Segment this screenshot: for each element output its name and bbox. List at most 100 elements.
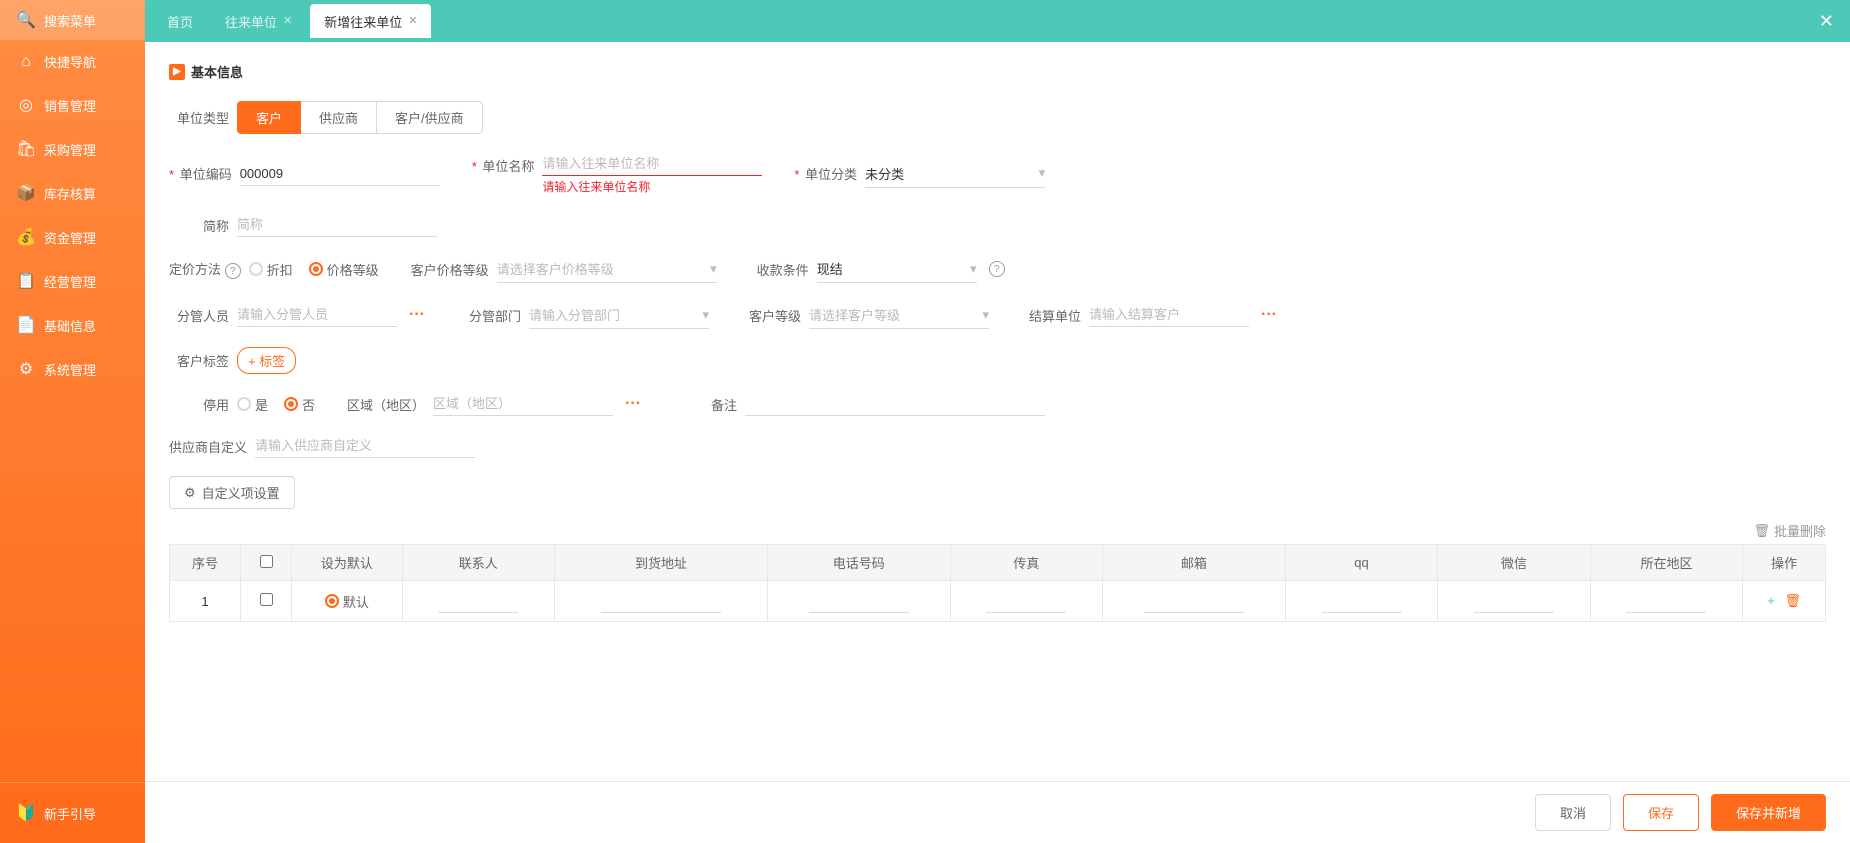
location-input[interactable] bbox=[1626, 589, 1706, 613]
select-all-checkbox[interactable] bbox=[260, 555, 273, 568]
unit-category-chevron: ▾ bbox=[1039, 165, 1046, 181]
customer-level-chevron: ▾ bbox=[982, 307, 989, 323]
custom-settings-label: 自定义项设置 bbox=[202, 483, 280, 502]
pricing-help-icon[interactable]: ? bbox=[225, 263, 241, 279]
tag-add-label: + 标签 bbox=[248, 351, 285, 370]
save-button[interactable]: 保存 bbox=[1623, 794, 1699, 831]
unit-btn-both[interactable]: 客户/供应商 bbox=[377, 101, 483, 134]
wechat-input[interactable] bbox=[1474, 589, 1554, 613]
unit-btn-supplier[interactable]: 供应商 bbox=[301, 101, 377, 134]
tab-partner-close[interactable]: ✕ bbox=[283, 16, 292, 27]
remark-input[interactable] bbox=[745, 392, 1045, 416]
cancel-button[interactable]: 取消 bbox=[1535, 794, 1611, 831]
sidebar-item-system[interactable]: ⚙ 系统管理 bbox=[0, 347, 145, 391]
customer-level-select[interactable]: 请选择客户等级 ▾ bbox=[809, 301, 989, 329]
payment-terms-select[interactable]: 现结 ▾ bbox=[817, 255, 977, 283]
tag-add-button[interactable]: + 标签 bbox=[237, 347, 296, 374]
fax-input[interactable] bbox=[986, 589, 1066, 613]
row-default-radio[interactable]: 默认 bbox=[302, 592, 391, 611]
sidebar-search[interactable]: 🔍 搜索菜单 bbox=[0, 0, 145, 40]
unit-category-select[interactable]: 未分类 ▾ bbox=[865, 160, 1045, 188]
unit-category-field: * 单位分类 未分类 ▾ bbox=[794, 160, 1045, 188]
department-select[interactable]: 请输入分管部门 ▾ bbox=[529, 301, 709, 329]
tab-new-partner-close[interactable]: ✕ bbox=[408, 16, 417, 27]
col-qq: qq bbox=[1285, 545, 1437, 581]
disabled-field: 停用 是 否 bbox=[169, 395, 315, 414]
unit-category-label: * 单位分类 bbox=[794, 164, 857, 183]
settlement-unit-input[interactable] bbox=[1089, 303, 1249, 327]
batch-delete-area: 🗑 批量删除 bbox=[169, 521, 1826, 540]
search-label: 搜索菜单 bbox=[44, 11, 96, 30]
department-label: 分管部门 bbox=[461, 306, 521, 325]
form-content: ▶ 基本信息 单位类型 客户 供应商 客户/供应商 * bbox=[145, 42, 1850, 781]
radio-yes-circle bbox=[237, 397, 251, 411]
cell-email bbox=[1103, 581, 1286, 622]
sidebar-item-purchase[interactable]: 🛍 采购管理 bbox=[0, 127, 145, 171]
short-name-field: 简称 bbox=[169, 213, 437, 237]
save-and-new-button[interactable]: 保存并新增 bbox=[1711, 794, 1826, 831]
default-radio-circle bbox=[325, 594, 339, 608]
payment-terms-field: 收款条件 现结 ▾ ? bbox=[749, 255, 1005, 283]
customer-price-level-label: 客户价格等级 bbox=[411, 260, 489, 279]
tab-partner[interactable]: 往来单位 ✕ bbox=[211, 4, 306, 38]
manager-field: 分管人员 ··· bbox=[169, 303, 429, 327]
radio-price-level[interactable]: 价格等级 bbox=[309, 260, 379, 279]
table-row: 1 默认 bbox=[170, 581, 1826, 622]
search-icon: 🔍 bbox=[16, 10, 36, 30]
contact-input[interactable] bbox=[438, 589, 518, 613]
sidebar-item-sales[interactable]: ◎ 销售管理 bbox=[0, 83, 145, 127]
payment-help-icon[interactable]: ? bbox=[989, 261, 1005, 277]
radio-no-label: 否 bbox=[302, 395, 315, 414]
unit-btn-customer[interactable]: 客户 bbox=[237, 101, 301, 134]
radio-no-circle bbox=[284, 397, 298, 411]
settlement-unit-more-btn[interactable]: ··· bbox=[1257, 306, 1281, 324]
cell-phone bbox=[767, 581, 950, 622]
unit-code-input[interactable] bbox=[240, 162, 440, 186]
email-input[interactable] bbox=[1144, 589, 1244, 613]
sidebar-item-guide[interactable]: 🔰 新手引导 bbox=[0, 791, 145, 835]
global-close-button[interactable]: ✕ bbox=[1811, 11, 1842, 32]
cell-actions: + 🗑 bbox=[1743, 581, 1826, 622]
radio-discount[interactable]: 折扣 bbox=[249, 260, 293, 279]
row-delete-btn[interactable]: 🗑 bbox=[1784, 593, 1801, 608]
qq-input[interactable] bbox=[1322, 589, 1402, 613]
sidebar-item-finance[interactable]: 💰 资金管理 bbox=[0, 215, 145, 259]
phone-input[interactable] bbox=[809, 589, 909, 613]
customer-price-level-select[interactable]: 请选择客户价格等级 ▾ bbox=[497, 255, 717, 283]
pricing-radio-group: 折扣 价格等级 bbox=[249, 260, 379, 279]
contacts-table: 序号 设为默认 联系人 到货地址 电话号码 传真 邮箱 qq 微信 所在地区 操… bbox=[169, 544, 1826, 622]
batch-delete-icon: 🗑 bbox=[1753, 523, 1770, 539]
sidebar-label-purchase: 采购管理 bbox=[44, 140, 96, 159]
short-name-input[interactable] bbox=[237, 213, 437, 237]
sidebar-item-inventory[interactable]: 📦 库存核算 bbox=[0, 171, 145, 215]
manager-input[interactable] bbox=[237, 303, 397, 327]
row-checkbox[interactable] bbox=[260, 593, 273, 606]
sidebar-item-operation[interactable]: 📋 经营管理 bbox=[0, 259, 145, 303]
row-add-btn[interactable]: + bbox=[1767, 593, 1775, 608]
region-more-btn[interactable]: ··· bbox=[621, 395, 645, 413]
home-icon: ⌂ bbox=[16, 53, 36, 71]
radio-no[interactable]: 否 bbox=[284, 395, 315, 414]
col-email: 邮箱 bbox=[1103, 545, 1286, 581]
manager-more-btn[interactable]: ··· bbox=[405, 306, 429, 324]
radio-yes[interactable]: 是 bbox=[237, 395, 268, 414]
unit-name-input[interactable] bbox=[542, 152, 762, 176]
required-star-code: * bbox=[169, 167, 174, 182]
batch-delete-button[interactable]: 🗑 批量删除 bbox=[1753, 521, 1826, 540]
tab-home[interactable]: 首页 bbox=[153, 4, 207, 38]
tab-new-partner[interactable]: 新增往来单位 ✕ bbox=[310, 4, 431, 38]
sidebar-label-quick-nav: 快捷导航 bbox=[44, 52, 96, 71]
supplier-custom-input[interactable] bbox=[255, 434, 475, 458]
col-phone: 电话号码 bbox=[767, 545, 950, 581]
main-area: 首页 往来单位 ✕ 新增往来单位 ✕ ✕ ▶ 基本信息 单位类型 客户 bbox=[145, 0, 1850, 843]
address-input[interactable] bbox=[601, 589, 721, 613]
sidebar-item-quick-nav[interactable]: ⌂ 快捷导航 bbox=[0, 40, 145, 83]
cell-qq bbox=[1285, 581, 1437, 622]
sidebar-item-basic-info[interactable]: 📄 基础信息 bbox=[0, 303, 145, 347]
unit-name-error: 请输入往来单位名称 bbox=[542, 178, 762, 195]
unit-type-field: 单位类型 客户 供应商 客户/供应商 bbox=[169, 101, 483, 134]
custom-settings-button[interactable]: ⚙ 自定义项设置 bbox=[169, 476, 295, 509]
cell-location bbox=[1590, 581, 1742, 622]
short-name-row: 简称 bbox=[169, 213, 1826, 237]
region-input[interactable] bbox=[433, 392, 613, 416]
